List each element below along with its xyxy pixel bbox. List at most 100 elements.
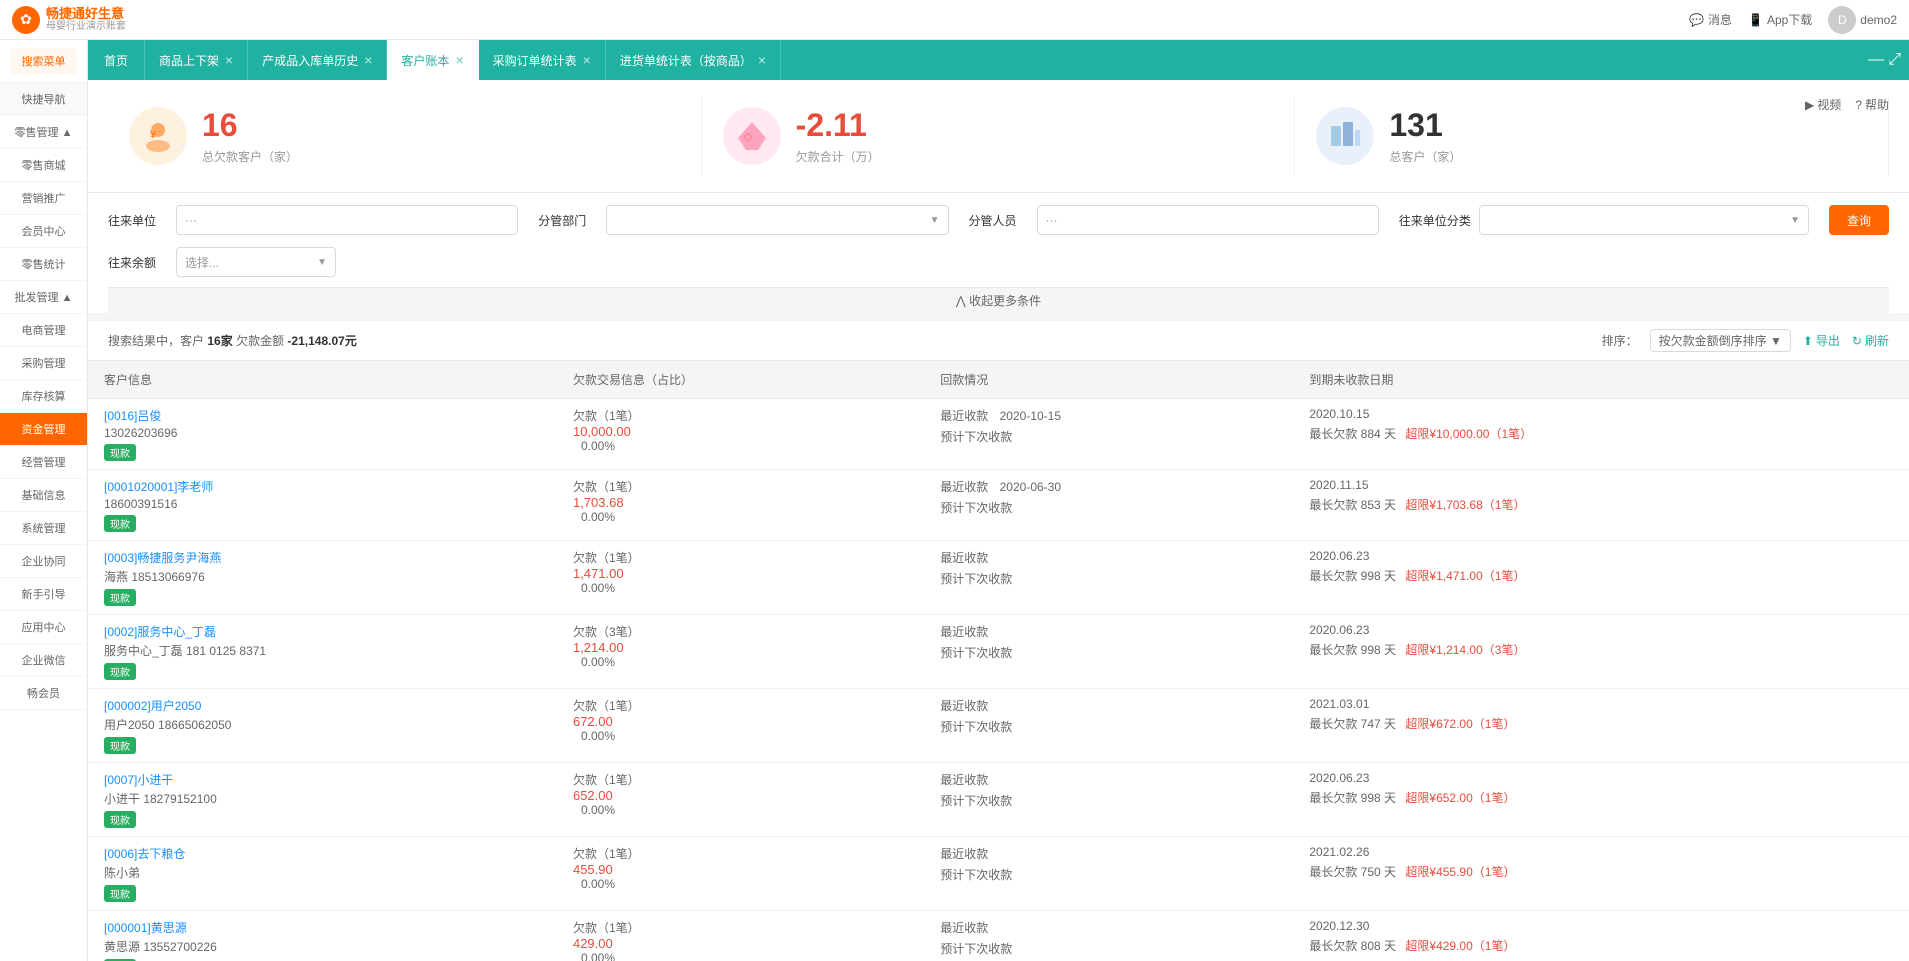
overdue-amount-6[interactable]: 超限¥455.90（1笔）	[1405, 865, 1515, 879]
overdue-amount-7[interactable]: 超限¥429.00（1笔）	[1405, 939, 1515, 953]
tab-purchase-order-stats[interactable]: 采购订单统计表 ×	[479, 40, 606, 80]
recovery-label-1: 最近收款 2020-06-30	[940, 478, 1277, 495]
export-btn[interactable]: ⬆ 导出	[1803, 332, 1840, 349]
view-btn[interactable]: ▶ 视频	[1805, 96, 1841, 113]
tab-close-customer-account[interactable]: ×	[455, 53, 463, 67]
sidebar-item-new-guide[interactable]: 新手引导	[0, 578, 87, 611]
sidebar-item-ecommerce[interactable]: 电商管理	[0, 314, 87, 347]
sidebar-item-members[interactable]: 会员中心	[0, 215, 87, 248]
sidebar-item-quick-nav[interactable]: 快捷导航	[0, 83, 87, 116]
tab-home[interactable]: 首页	[88, 40, 145, 80]
tab-close-product-history[interactable]: ×	[364, 53, 372, 67]
debt-amount-1[interactable]: 1,703.68	[573, 495, 908, 510]
sidebar-item-enterprise-collab[interactable]: 企业协同	[0, 545, 87, 578]
sidebar-item-marketing[interactable]: 营销推广	[0, 182, 87, 215]
next-payment-1: 预计下次收款	[940, 499, 1277, 516]
debt-amount-2[interactable]: 1,471.00	[573, 566, 908, 581]
overdue-amount-2[interactable]: 超限¥1,471.00（1笔）	[1405, 569, 1525, 583]
cell-customer-info-5: [0007]小进干 小进干 18279152100 现款	[88, 763, 557, 837]
dept-select[interactable]: ▼	[606, 205, 948, 235]
customer-id-link-7[interactable]: [000001]黄思源	[104, 919, 541, 936]
tab-close-purchase-order-stats[interactable]: ×	[583, 53, 591, 67]
cell-due-date-1: 2020.11.15 最长欠款 853 天 超限¥1,703.68（1笔）	[1293, 470, 1909, 541]
balance-select[interactable]: 选择... ▼	[176, 247, 336, 277]
subtitle: 母婴行业演示账套	[46, 21, 126, 33]
cell-recovery-1: 最近收款 2020-06-30 预计下次收款	[924, 470, 1293, 541]
tab-close-products-off[interactable]: ×	[225, 53, 233, 67]
sidebar-item-retail-mall[interactable]: 零售商城	[0, 149, 87, 182]
tab-products-off[interactable]: 商品上下架 ×	[145, 40, 248, 80]
overdue-amount-0[interactable]: 超限¥10,000.00（1笔）	[1405, 427, 1532, 441]
stat-icon-owed: ¥	[128, 106, 188, 166]
from-unit-input[interactable]: ···	[176, 205, 518, 235]
debt-amount-3[interactable]: 1,214.00	[573, 640, 908, 655]
recovery-label-2: 最近收款	[940, 549, 1277, 566]
filter-row-2: 往来余额 选择... ▼	[108, 247, 1889, 287]
sidebar-item-system[interactable]: 系统管理	[0, 512, 87, 545]
export-icon: ⬆	[1803, 334, 1813, 348]
sidebar-item-app-center[interactable]: 应用中心	[0, 611, 87, 644]
sidebar-item-basic-info[interactable]: 基础信息	[0, 479, 87, 512]
app-wrapper: ✿ 畅捷通好生意 母婴行业演示账套 💬 消息 📱 App下载 D demo2	[0, 0, 1909, 961]
debt-amount-6[interactable]: 455.90	[573, 862, 908, 877]
tab-customer-account[interactable]: 客户账本 ×	[387, 40, 478, 80]
search-menu-btn[interactable]: 搜索菜单	[10, 48, 77, 74]
sort-select[interactable]: 按欠款金额倒序排序 ▼	[1650, 329, 1791, 352]
collapse-bar[interactable]: ⋀ 收起更多条件	[108, 287, 1889, 313]
sidebar-item-vip-member[interactable]: 畅会员	[0, 677, 87, 710]
cell-customer-info-0: [0016]吕俊 13026203696 现款	[88, 399, 557, 470]
customer-phone-0: 13026203696	[104, 426, 541, 440]
message-btn[interactable]: 💬 消息	[1689, 11, 1732, 28]
tab-close-purchase-stats-product[interactable]: ×	[758, 53, 766, 67]
next-payment-5: 预计下次收款	[940, 792, 1277, 809]
sidebar-item-inventory[interactable]: 库存核算	[0, 380, 87, 413]
cell-customer-info-2: [0003]畅捷服务尹海燕 海燕 18513066976 现款	[88, 541, 557, 615]
sidebar-item-operations[interactable]: 经营管理	[0, 446, 87, 479]
customer-id-link-0[interactable]: [0016]吕俊	[104, 407, 541, 424]
customer-id-link-4[interactable]: [000002]用户2050	[104, 697, 541, 714]
stat-info-owed: 16 总欠款客户（家）	[202, 107, 298, 165]
overdue-amount-3[interactable]: 超限¥1,214.00（3笔）	[1405, 643, 1525, 657]
cell-due-date-5: 2020.06.23 最长欠款 998 天 超限¥652.00（1笔）	[1293, 763, 1909, 837]
refresh-btn[interactable]: ↻ 刷新	[1852, 332, 1889, 349]
overdue-amount-4[interactable]: 超限¥672.00（1笔）	[1405, 717, 1515, 731]
debt-count-6: 欠款（1笔）	[573, 845, 908, 862]
table-body: [0016]吕俊 13026203696 现款 欠款（1笔） 10,000.00…	[88, 399, 1909, 961]
debt-amount-5[interactable]: 652.00	[573, 788, 908, 803]
debt-amount-4[interactable]: 672.00	[573, 714, 908, 729]
owed-amount-label: 欠款合计（万）	[796, 148, 880, 165]
cell-debt-info-3: 欠款（3笔） 1,214.00 0.00%	[557, 615, 924, 689]
customer-id-link-5[interactable]: [0007]小进干	[104, 771, 541, 788]
due-date-value-1: 2020.11.15	[1309, 478, 1893, 492]
help-btn[interactable]: ? 帮助	[1855, 96, 1889, 113]
tab-product-history[interactable]: 产成品入库单历史 ×	[248, 40, 387, 80]
col-due-date: 到期未收款日期	[1293, 361, 1909, 399]
sidebar-item-finance[interactable]: 资金管理	[0, 413, 87, 446]
from-unit-label: 往来单位	[108, 212, 168, 229]
manager-input[interactable]: ···	[1037, 205, 1379, 235]
sidebar-item-retail-mgmt[interactable]: 零售管理 ▲	[0, 116, 87, 149]
sidebar-item-purchase[interactable]: 采购管理	[0, 347, 87, 380]
customer-id-link-1[interactable]: [0001020001]李老师	[104, 478, 541, 495]
customer-id-link-3[interactable]: [0002]服务中心_丁磊	[104, 623, 541, 640]
user-avatar-area[interactable]: D demo2	[1828, 6, 1897, 34]
filter-balance: 往来余额 选择... ▼	[108, 247, 1889, 277]
debt-amount-7[interactable]: 429.00	[573, 936, 908, 951]
sidebar-item-retail-stats[interactable]: 零售统计	[0, 248, 87, 281]
customer-id-link-6[interactable]: [0006]去下粮仓	[104, 845, 541, 862]
sidebar-item-batch-mgmt[interactable]: 批发管理 ▲	[0, 281, 87, 314]
cell-debt-info-7: 欠款（1笔） 429.00 0.00%	[557, 911, 924, 961]
cell-recovery-0: 最近收款 2020-10-15 预计下次收款	[924, 399, 1293, 470]
overdue-amount-5[interactable]: 超限¥652.00（1笔）	[1405, 791, 1515, 805]
sidebar-item-enterprise-wechat[interactable]: 企业微信	[0, 644, 87, 677]
tab-expand-icon[interactable]: ⤢	[1888, 51, 1901, 69]
unit-category-select[interactable]: ▼	[1479, 205, 1809, 235]
debt-amount-0[interactable]: 10,000.00	[573, 424, 908, 439]
app-download-btn[interactable]: 📱 App下载	[1748, 11, 1812, 28]
tab-purchase-stats-product[interactable]: 进货单统计表（按商品） ×	[606, 40, 781, 80]
overdue-amount-1[interactable]: 超限¥1,703.68（1笔）	[1405, 498, 1525, 512]
recovery-label-7: 最近收款	[940, 919, 1277, 936]
search-button[interactable]: 查询	[1829, 205, 1889, 235]
customer-id-link-2[interactable]: [0003]畅捷服务尹海燕	[104, 549, 541, 566]
tab-minimize-icon[interactable]: —	[1868, 51, 1884, 69]
